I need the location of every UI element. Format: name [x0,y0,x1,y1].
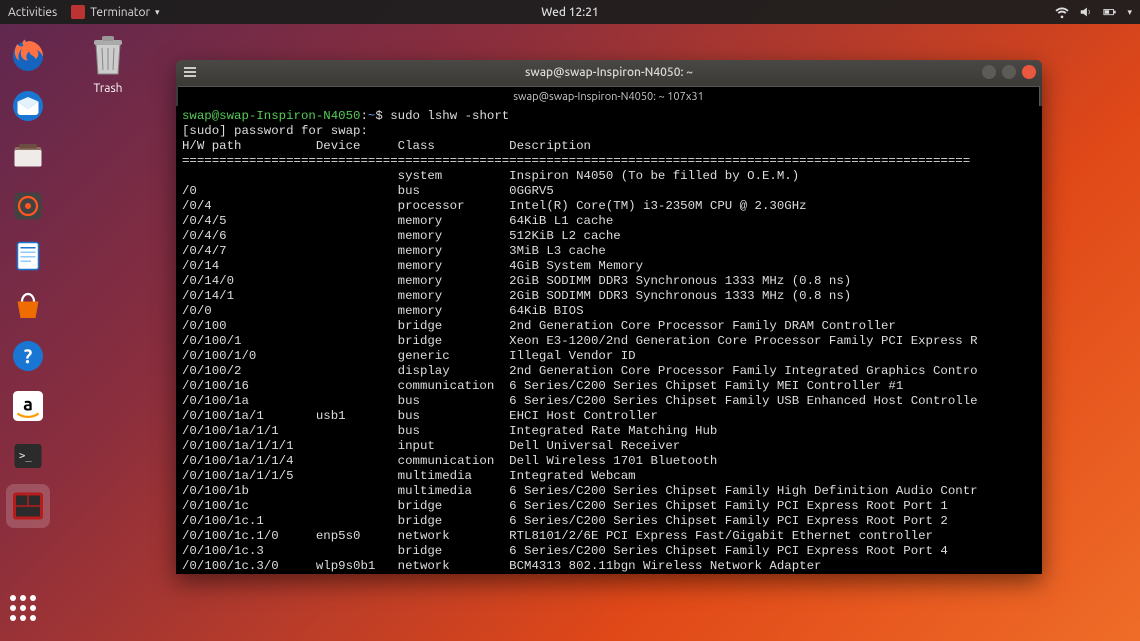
terminal-output[interactable]: swap@swap-Inspiron-N4050:~$ sudo lshw -s… [176,106,1042,574]
chevron-down-icon: ▾ [155,7,160,18]
gnome-topbar: Activities Terminator ▾ Wed 12:21 ▾ [0,0,1140,24]
dock-amazon[interactable]: a [6,384,50,428]
svg-text:a: a [23,395,33,415]
volume-icon[interactable] [1079,5,1093,19]
terminator-window: swap@swap-Inspiron-N4050: ~ swap@swap-In… [176,60,1042,574]
svg-text:>_: >_ [19,450,32,462]
dock-firefox[interactable] [6,34,50,78]
svg-text:?: ? [24,345,33,367]
window-title: swap@swap-Inspiron-N4050: ~ [525,66,693,79]
show-applications-button[interactable] [10,595,46,631]
dock: ? a >_ [0,24,56,641]
clock[interactable]: Wed 12:21 [541,6,599,19]
wifi-icon[interactable] [1055,5,1069,19]
dock-software[interactable] [6,284,50,328]
dock-thunderbird[interactable] [6,84,50,128]
dock-writer[interactable] [6,234,50,278]
close-button[interactable] [1022,65,1036,79]
trash-icon [88,34,128,78]
trash-desktop-icon[interactable]: Trash [78,34,138,95]
maximize-button[interactable] [1002,65,1016,79]
terminal-tabbar: swap@swap-Inspiron-N4050: ~ 107x31 [176,84,1042,106]
dock-help[interactable]: ? [6,334,50,378]
dock-rhythmbox[interactable] [6,184,50,228]
activities-button[interactable]: Activities [8,6,57,19]
battery-icon[interactable] [1103,5,1117,19]
dock-files[interactable] [6,134,50,178]
dock-terminal[interactable]: >_ [6,434,50,478]
dock-terminator[interactable] [6,484,50,528]
chevron-down-icon[interactable]: ▾ [1127,7,1132,18]
app-menu[interactable]: Terminator ▾ [71,5,159,19]
terminal-tab[interactable]: swap@swap-Inspiron-N4050: ~ 107x31 [178,86,1040,106]
window-titlebar[interactable]: swap@swap-Inspiron-N4050: ~ [176,60,1042,84]
trash-label: Trash [78,82,138,95]
minimize-button[interactable] [982,65,996,79]
terminator-icon [71,5,85,19]
window-menu-icon[interactable] [182,64,198,80]
